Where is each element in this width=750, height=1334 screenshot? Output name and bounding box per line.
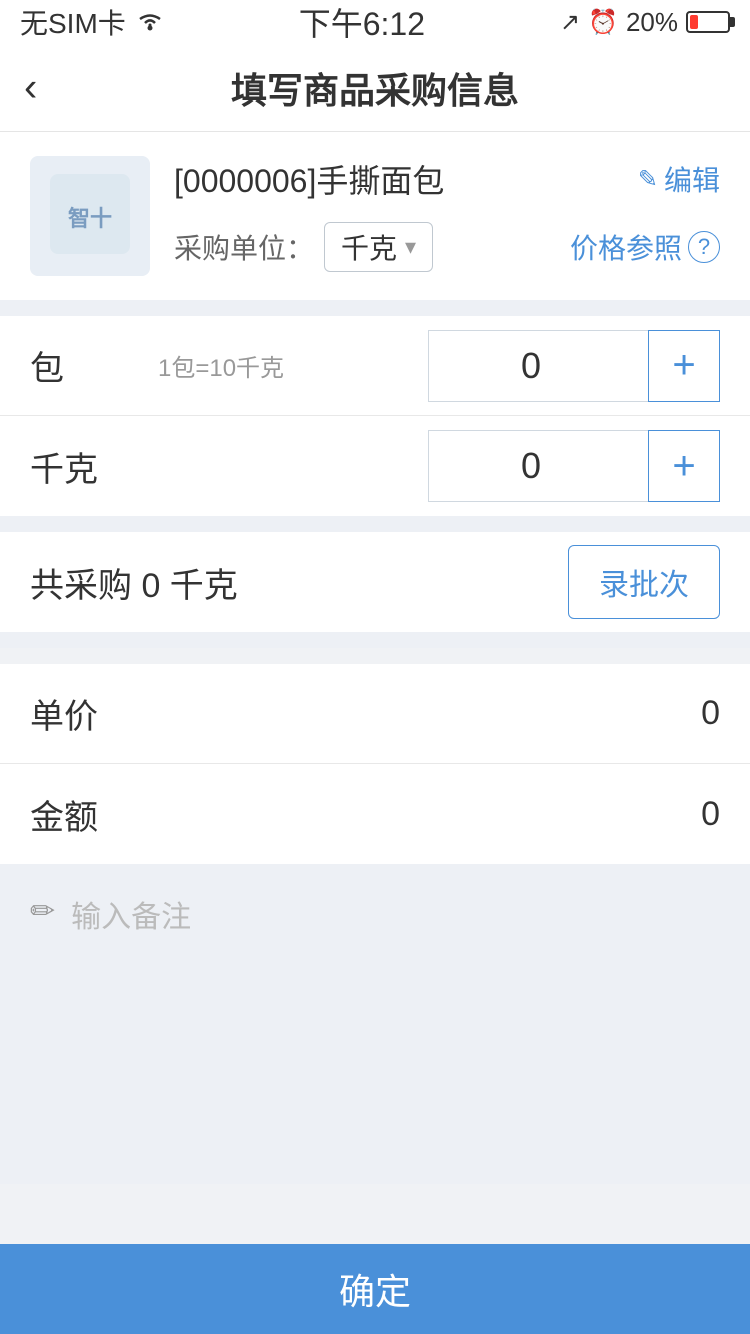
quantity-section: 包 1包=10千克 + 千克 + bbox=[0, 316, 750, 516]
edit-button[interactable]: ✎ 编辑 bbox=[638, 159, 720, 199]
chevron-down-icon: ▾ bbox=[405, 234, 416, 260]
product-card: 智十 [0000006]手撕面包 ✎ 编辑 采购单位： 千克 ▾ 价格参照 ? bbox=[0, 132, 750, 300]
price-ref-label: 价格参照 bbox=[570, 227, 682, 267]
price-row: 单价 0 bbox=[0, 664, 750, 764]
price-value: 0 bbox=[701, 694, 720, 733]
amount-row: 金额 0 bbox=[0, 764, 750, 864]
bao-sublabel: 1包=10千克 bbox=[158, 348, 284, 383]
alarm-icon: ⏰ bbox=[588, 8, 618, 37]
bao-row: 包 1包=10千克 + bbox=[0, 316, 750, 416]
edit-icon: ✎ bbox=[638, 165, 658, 194]
bao-input-group: + bbox=[428, 330, 720, 402]
svg-text:智十: 智十 bbox=[68, 206, 112, 231]
nav-bar: ‹ 填写商品采购信息 bbox=[0, 44, 750, 132]
price-label: 单价 bbox=[30, 689, 98, 738]
kg-label: 千克 bbox=[30, 442, 150, 491]
confirm-label: 确定 bbox=[339, 1263, 411, 1315]
divider-2 bbox=[0, 516, 750, 532]
kg-row: 千克 + bbox=[0, 416, 750, 516]
kg-input-group: + bbox=[428, 430, 720, 502]
carrier-label: 无SIM卡 bbox=[20, 2, 126, 42]
summary-text: 共采购 0 千克 bbox=[30, 558, 238, 607]
battery-icon bbox=[686, 11, 730, 33]
unit-select[interactable]: 千克 ▾ bbox=[324, 222, 433, 272]
page-title: 填写商品采购信息 bbox=[231, 62, 519, 114]
batch-button[interactable]: 录批次 bbox=[568, 545, 720, 619]
bao-plus-button[interactable]: + bbox=[648, 330, 720, 402]
back-button[interactable]: ‹ bbox=[24, 65, 37, 110]
kg-plus-button[interactable]: + bbox=[648, 430, 720, 502]
unit-value: 千克 bbox=[341, 227, 397, 267]
status-time: 下午6:12 bbox=[299, 0, 425, 45]
note-placeholder: 输入备注 bbox=[71, 892, 191, 936]
note-section[interactable]: ✏ 输入备注 bbox=[0, 864, 750, 1184]
battery-percent: 20% bbox=[626, 7, 678, 38]
status-bar: 无SIM卡 下午6:12 ↗ ⏰ 20% bbox=[0, 0, 750, 44]
product-name-row: [0000006]手撕面包 ✎ 编辑 bbox=[174, 156, 720, 202]
bao-label: 包 bbox=[30, 341, 150, 390]
pencil-icon: ✏ bbox=[30, 894, 55, 929]
location-icon: ↗ bbox=[560, 8, 580, 37]
amount-label: 金额 bbox=[30, 790, 98, 839]
amount-value: 0 bbox=[701, 795, 720, 834]
wifi-icon bbox=[136, 6, 164, 38]
product-image: 智十 bbox=[30, 156, 150, 276]
summary-row: 共采购 0 千克 录批次 bbox=[0, 532, 750, 632]
status-right: ↗ ⏰ 20% bbox=[560, 7, 730, 38]
bao-input[interactable] bbox=[428, 330, 648, 402]
kg-input[interactable] bbox=[428, 430, 648, 502]
product-info: [0000006]手撕面包 ✎ 编辑 采购单位： 千克 ▾ 价格参照 ? bbox=[174, 156, 720, 272]
status-left: 无SIM卡 bbox=[20, 2, 164, 42]
confirm-button[interactable]: 确定 bbox=[0, 1244, 750, 1334]
divider-1 bbox=[0, 300, 750, 316]
product-logo: 智十 bbox=[50, 174, 130, 259]
price-ref-button[interactable]: 价格参照 ? bbox=[570, 227, 720, 267]
purchase-unit-row: 采购单位： 千克 ▾ 价格参照 ? bbox=[174, 222, 720, 272]
edit-label: 编辑 bbox=[664, 159, 720, 199]
pricing-section: 单价 0 金额 0 bbox=[0, 664, 750, 864]
divider-3 bbox=[0, 632, 750, 648]
product-name: [0000006]手撕面包 bbox=[174, 156, 444, 202]
unit-label: 采购单位： bbox=[174, 227, 314, 267]
help-icon: ? bbox=[688, 231, 720, 263]
